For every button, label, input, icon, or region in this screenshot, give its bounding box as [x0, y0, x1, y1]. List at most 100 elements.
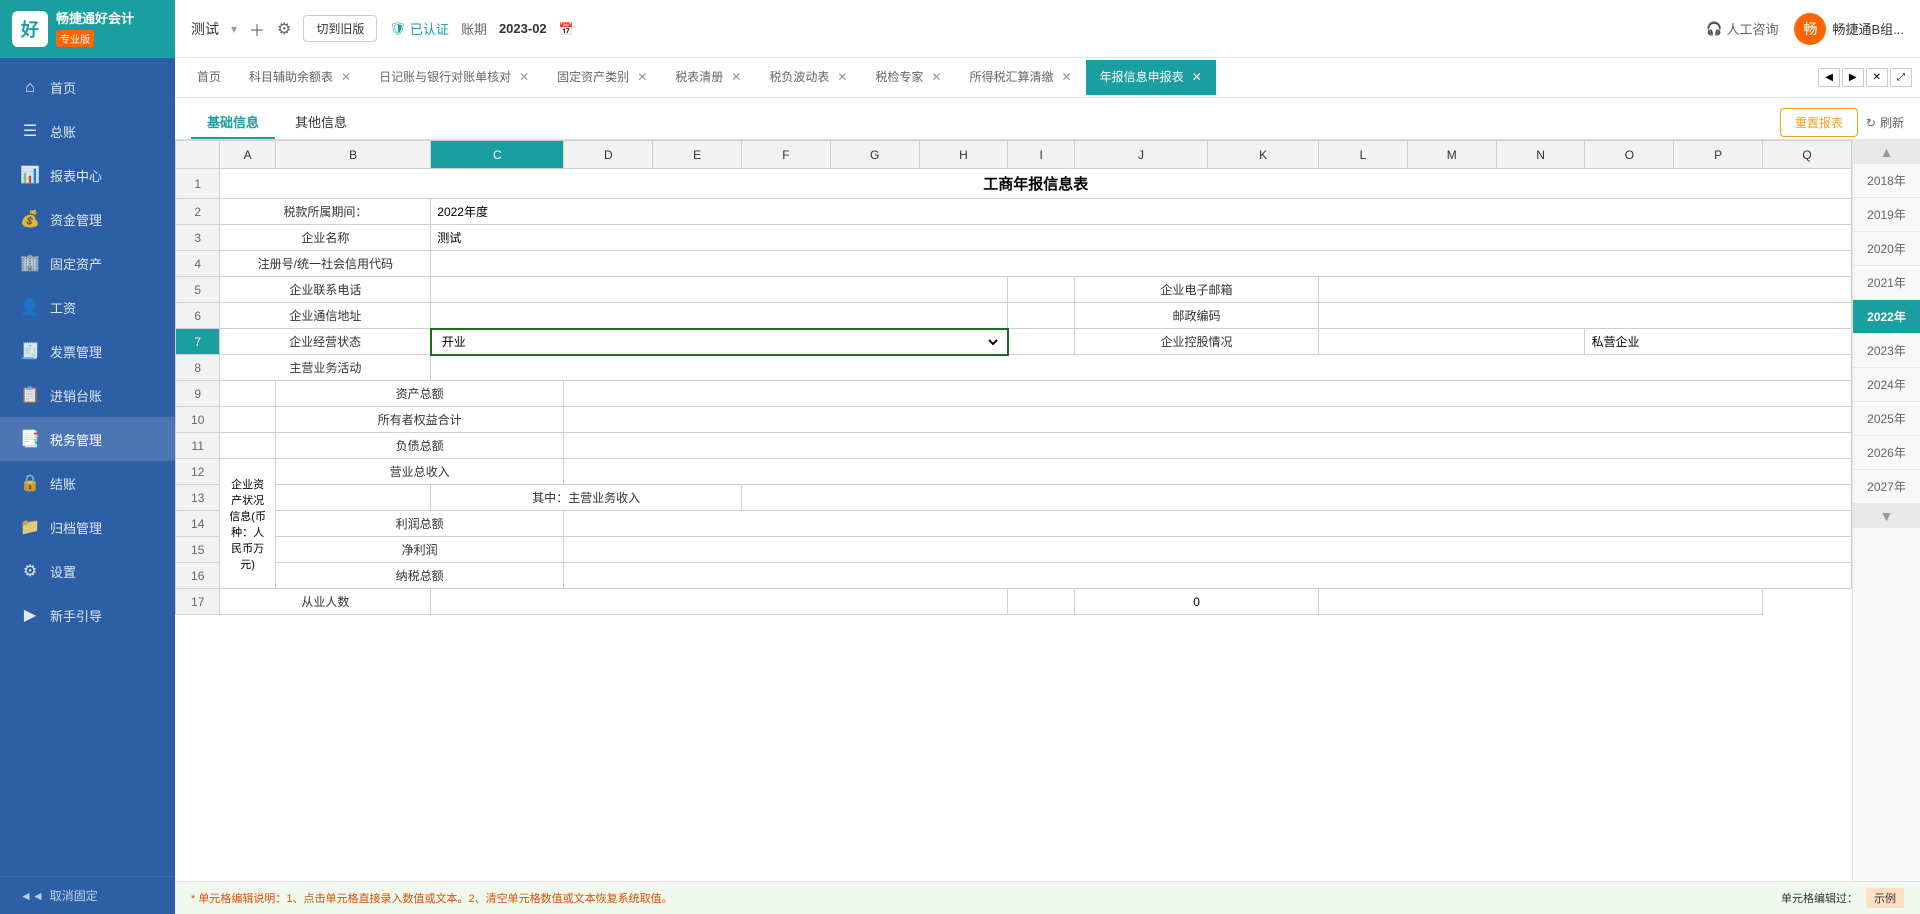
- sidebar-item-reports[interactable]: 📊 报表中心: [0, 153, 175, 197]
- tab-income-tax[interactable]: 所得税汇算清缴 ✕: [955, 60, 1085, 95]
- sidebar-item-funds[interactable]: 💰 资金管理: [0, 197, 175, 241]
- tab-close-icon[interactable]: ✕: [837, 70, 847, 84]
- tab-auxiliary-balance[interactable]: 科目辅助余额表 ✕: [235, 60, 365, 95]
- biz-status-select[interactable]: 开业 注销 吊销 迁出 撤销: [438, 334, 1001, 350]
- reset-report-button[interactable]: 重置报表: [1780, 108, 1858, 137]
- refresh-button[interactable]: ↻ 刷新: [1866, 114, 1904, 131]
- sidebar-item-closing[interactable]: 🔒 结账: [0, 461, 175, 505]
- sidebar-item-invoices[interactable]: 🧾 发票管理: [0, 329, 175, 373]
- switch-version-button[interactable]: 切到旧版: [303, 15, 377, 42]
- col-header-o[interactable]: O: [1585, 141, 1674, 169]
- col-header-q[interactable]: Q: [1763, 141, 1852, 169]
- tab-close-icon[interactable]: ✕: [637, 70, 647, 84]
- cell-postcode-value[interactable]: [1319, 303, 1852, 329]
- tab-tax-list[interactable]: 税表清册 ✕: [661, 60, 755, 95]
- cell-main-biz-value[interactable]: [431, 355, 1852, 381]
- cell-biz-status-value[interactable]: 开业 注销 吊销 迁出 撤销: [431, 329, 1008, 355]
- col-header-f[interactable]: F: [742, 141, 831, 169]
- tab-tax-burden[interactable]: 税负波动表 ✕: [755, 60, 861, 95]
- cell-revenue-value[interactable]: [564, 459, 1852, 485]
- col-header-e[interactable]: E: [653, 141, 742, 169]
- cell-net-profit-value[interactable]: [564, 537, 1852, 563]
- settings-gear-icon[interactable]: ⚙: [277, 19, 291, 39]
- year-item[interactable]: 2021年: [1853, 266, 1920, 300]
- tab-prev-button[interactable]: ◀: [1818, 68, 1840, 87]
- cell-employees-count[interactable]: 0: [1074, 589, 1318, 615]
- sidebar-item-assets[interactable]: 🏢 固定资产: [0, 241, 175, 285]
- cell-profit-value[interactable]: [564, 511, 1852, 537]
- year-item[interactable]: 2026年: [1853, 436, 1920, 470]
- col-header-b[interactable]: B: [275, 141, 430, 169]
- year-item[interactable]: 2023年: [1853, 334, 1920, 368]
- cell-tax-total-value[interactable]: [564, 563, 1852, 589]
- cell-holding-value[interactable]: [1319, 329, 1585, 355]
- year-item[interactable]: 2018年: [1853, 164, 1920, 198]
- title-cell[interactable]: 工商年报信息表: [220, 169, 1852, 199]
- sidebar-item-tax[interactable]: 📑 税务管理: [0, 417, 175, 461]
- cell-liabilities-value[interactable]: [564, 433, 1852, 459]
- tab-expand-button[interactable]: ⤢: [1890, 68, 1912, 87]
- tab-close-icon[interactable]: ✕: [1192, 70, 1202, 84]
- sub-tab-basic[interactable]: 基础信息: [191, 106, 275, 139]
- cell-total-assets-value[interactable]: [564, 381, 1852, 407]
- cell-main-revenue-value[interactable]: [742, 485, 1852, 511]
- year-panel-up-button[interactable]: ▲: [1853, 140, 1920, 164]
- sidebar-item-inventory[interactable]: 📋 进销台账: [0, 373, 175, 417]
- tab-annual-report[interactable]: 年报信息申报表 ✕: [1086, 60, 1216, 95]
- sidebar-item-guide[interactable]: ▶ 新手引导: [0, 593, 175, 637]
- year-item[interactable]: 2020年: [1853, 232, 1920, 266]
- user-info[interactable]: 畅 畅捷通B组...: [1794, 13, 1904, 45]
- cell-holding-type[interactable]: 私营企业: [1585, 329, 1852, 355]
- sidebar-item-home[interactable]: ⌂ 首页: [0, 66, 175, 109]
- col-header-l[interactable]: L: [1319, 141, 1408, 169]
- tab-fixed-assets[interactable]: 固定资产类别 ✕: [543, 60, 661, 95]
- col-header-m[interactable]: M: [1407, 141, 1496, 169]
- cell-employees-value[interactable]: [431, 589, 1008, 615]
- tab-bank-reconcile[interactable]: 日记账与银行对账单核对 ✕: [365, 60, 543, 95]
- year-panel-down-button[interactable]: ▼: [1853, 504, 1920, 528]
- col-header-j[interactable]: J: [1074, 141, 1207, 169]
- add-tab-icon[interactable]: ＋: [249, 17, 265, 41]
- service-button[interactable]: 🎧 人工咨询: [1706, 19, 1778, 38]
- col-header-n[interactable]: N: [1496, 141, 1585, 169]
- tab-close-icon[interactable]: ✕: [1062, 70, 1072, 84]
- col-header-c[interactable]: C: [431, 141, 564, 169]
- cell-tax-period-value[interactable]: 2022年度: [431, 199, 1852, 225]
- cell-email-value[interactable]: [1319, 277, 1852, 303]
- col-header-g[interactable]: G: [830, 141, 919, 169]
- year-item[interactable]: 2025年: [1853, 402, 1920, 436]
- year-item[interactable]: 2022年: [1853, 300, 1920, 334]
- calendar-icon[interactable]: 📅: [559, 22, 574, 36]
- cell-reg-no-value[interactable]: [431, 251, 1852, 277]
- tab-close-icon[interactable]: ✕: [519, 70, 529, 84]
- grid-scroll-area[interactable]: A B C D E F G H I J K L: [175, 140, 1852, 881]
- tab-close-icon[interactable]: ✕: [931, 70, 941, 84]
- table-row: 11 负债总额: [176, 433, 1852, 459]
- tab-next-button[interactable]: ▶: [1842, 68, 1864, 87]
- tab-tax-expert[interactable]: 税检专家 ✕: [861, 60, 955, 95]
- sidebar-item-archive[interactable]: 📁 归档管理: [0, 505, 175, 549]
- tab-close-icon[interactable]: ✕: [731, 70, 741, 84]
- cell-company-name-value[interactable]: 测试: [431, 225, 1852, 251]
- sidebar-item-settings[interactable]: ⚙ 设置: [0, 549, 175, 593]
- col-header-a[interactable]: A: [220, 141, 275, 169]
- tab-close-all-button[interactable]: ✕: [1866, 68, 1888, 87]
- year-item[interactable]: 2019年: [1853, 198, 1920, 232]
- year-item[interactable]: 2024年: [1853, 368, 1920, 402]
- col-header-i[interactable]: I: [1008, 141, 1075, 169]
- col-header-h[interactable]: H: [919, 141, 1008, 169]
- tab-close-icon[interactable]: ✕: [341, 70, 351, 84]
- cell-address-value[interactable]: [431, 303, 1008, 329]
- year-item[interactable]: 2027年: [1853, 470, 1920, 504]
- tab-home[interactable]: 首页: [183, 60, 235, 95]
- sidebar-item-wages[interactable]: 👤 工资: [0, 285, 175, 329]
- sidebar-item-ledger[interactable]: ☰ 总账: [0, 109, 175, 153]
- cell-equity-value[interactable]: [564, 407, 1852, 433]
- tab-dropdown-icon[interactable]: ▾: [231, 22, 237, 36]
- sub-tab-other[interactable]: 其他信息: [279, 106, 363, 139]
- col-header-p[interactable]: P: [1674, 141, 1763, 169]
- col-header-d[interactable]: D: [564, 141, 653, 169]
- cell-phone-value[interactable]: [431, 277, 1008, 303]
- sidebar-collapse-btn[interactable]: ◄◄ 取消固定: [0, 876, 175, 914]
- col-header-k[interactable]: K: [1208, 141, 1319, 169]
